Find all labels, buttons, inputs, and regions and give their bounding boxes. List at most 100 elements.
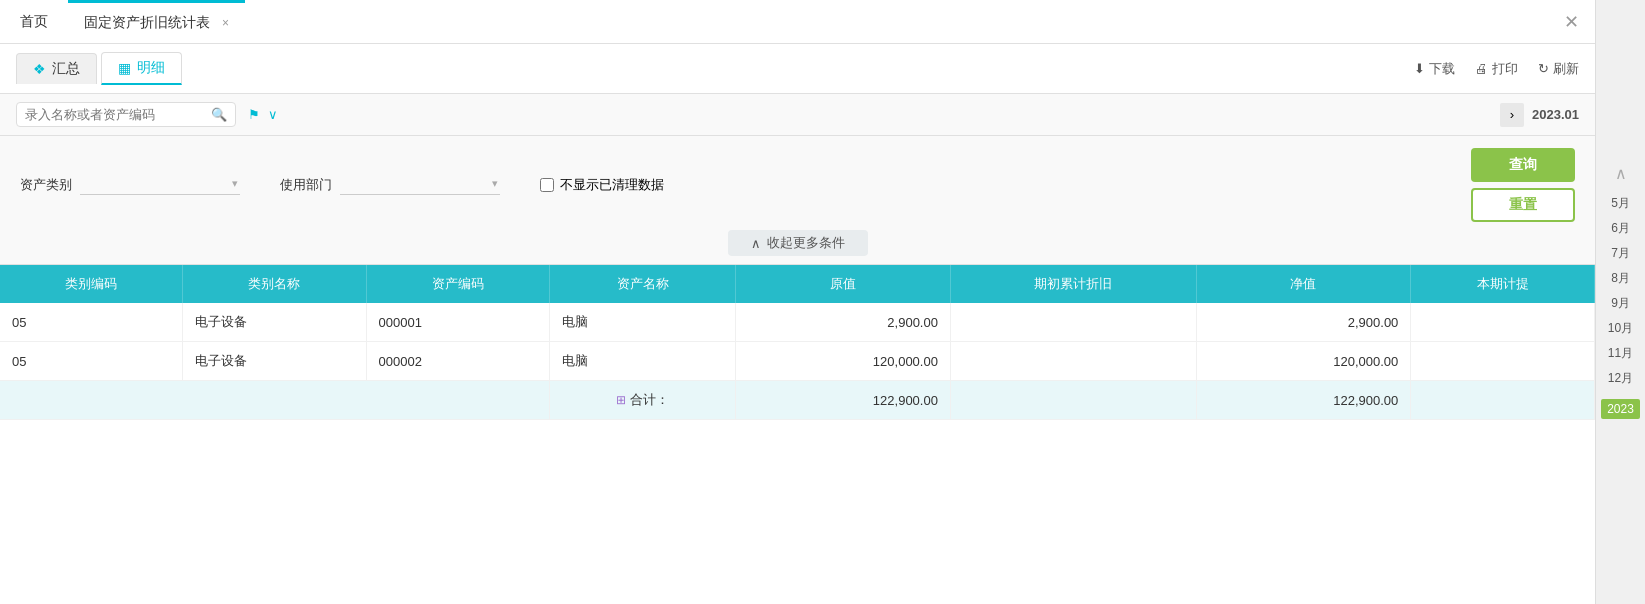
total-spacer xyxy=(0,381,550,420)
total-row: ⊞ 合计： 122,900.00 122,900.00 xyxy=(0,381,1595,420)
sidebar-month-item[interactable]: 8月 xyxy=(1606,266,1635,291)
window-close-icon[interactable]: ✕ xyxy=(1564,11,1579,33)
reset-button[interactable]: 重置 xyxy=(1471,188,1575,222)
asset-category-label: 资产类别 xyxy=(20,176,72,194)
detail-icon: ▦ xyxy=(118,60,131,76)
total-label-cell: ⊞ 合计： xyxy=(550,381,736,420)
cell-asset-code: 000001 xyxy=(366,303,550,342)
cell-category: 电子设备 xyxy=(182,342,366,381)
table-body: 05 电子设备 000001 电脑 2,900.00 2,900.00 05 电… xyxy=(0,303,1595,420)
tab-detail-label: 明细 xyxy=(137,59,165,77)
search-input[interactable] xyxy=(25,107,205,122)
adv-filter-row: 资产类别 使用部门 不显示已清理数据 xyxy=(20,148,1575,222)
print-button[interactable]: 🖨 打印 xyxy=(1475,60,1518,78)
cell-asset-name: 电脑 xyxy=(550,303,736,342)
sidebar-month-item[interactable]: 10月 xyxy=(1606,316,1635,341)
asset-category-select-wrap xyxy=(80,175,240,195)
col-accumulated-depr: 期初累计折旧 xyxy=(950,265,1196,303)
table-row: 05 电子设备 000002 电脑 120,000.00 120,000.00 xyxy=(0,342,1595,381)
collapse-label: 收起更多条件 xyxy=(767,234,845,252)
scroll-up-button[interactable]: ∧ xyxy=(1611,160,1631,187)
col-category-name: 类别名称 xyxy=(182,265,366,303)
col-current-depr: 本期计提 xyxy=(1411,265,1595,303)
no-cleared-filter: 不显示已清理数据 xyxy=(540,176,664,194)
refresh-icon: ↻ xyxy=(1538,61,1549,76)
use-department-filter: 使用部门 xyxy=(280,175,500,195)
cell-accumulated-depr xyxy=(950,303,1196,342)
filter-icon: ⚑ xyxy=(248,107,260,122)
refresh-button[interactable]: ↻ 刷新 xyxy=(1538,60,1579,78)
query-button[interactable]: 查询 xyxy=(1471,148,1575,182)
download-label: 下载 xyxy=(1429,60,1455,78)
nav-home[interactable]: 首页 xyxy=(0,0,68,43)
cell-asset-name: 电脑 xyxy=(550,342,736,381)
total-net-value: 122,900.00 xyxy=(1196,381,1411,420)
tab-summary-label: 汇总 xyxy=(52,60,80,78)
no-cleared-label: 不显示已清理数据 xyxy=(560,176,664,194)
collapse-button[interactable]: ∧ 收起更多条件 xyxy=(728,230,868,256)
period-display: 2023.01 xyxy=(1532,107,1579,122)
asset-category-filter: 资产类别 xyxy=(20,175,240,195)
period-nav: › 2023.01 xyxy=(1500,103,1579,127)
refresh-label: 刷新 xyxy=(1553,60,1579,78)
total-original-value: 122,900.00 xyxy=(736,381,951,420)
search-wrap: 🔍 xyxy=(16,102,236,127)
sidebar-month-item[interactable]: 9月 xyxy=(1606,291,1635,316)
total-accumulated-depr xyxy=(950,381,1196,420)
print-icon: 🖨 xyxy=(1475,61,1488,76)
no-cleared-checkbox[interactable] xyxy=(540,178,554,192)
col-asset-code: 资产编码 xyxy=(366,265,550,303)
cell-category: 电子设备 xyxy=(182,303,366,342)
col-asset-name: 资产名称 xyxy=(550,265,736,303)
tab-detail[interactable]: ▦ 明细 xyxy=(101,52,182,85)
period-prev-button[interactable]: › xyxy=(1500,103,1524,127)
cell-current-depr xyxy=(1411,303,1595,342)
tab-summary[interactable]: ❖ 汇总 xyxy=(16,53,97,84)
cell-asset-code: 000002 xyxy=(366,342,550,381)
search-icon[interactable]: 🔍 xyxy=(211,107,227,122)
summary-icon: ❖ xyxy=(33,61,46,77)
nav-tab-active[interactable]: 固定资产折旧统计表 × xyxy=(68,0,245,43)
use-department-label: 使用部门 xyxy=(280,176,332,194)
total-current-depr xyxy=(1411,381,1595,420)
toolbar-actions: ⬇ 下载 🖨 打印 ↻ 刷新 xyxy=(1414,60,1579,78)
cell-accumulated-depr xyxy=(950,342,1196,381)
total-label: 合计： xyxy=(630,391,669,409)
more-conditions-button[interactable]: ⚑ ∨ xyxy=(248,107,278,122)
top-nav: 首页 固定资产折旧统计表 × ✕ xyxy=(0,0,1595,44)
use-department-select-wrap xyxy=(340,175,500,195)
cell-original-value: 2,900.00 xyxy=(736,303,951,342)
sidebar-month-item[interactable]: 7月 xyxy=(1606,241,1635,266)
cell-net-value: 2,900.00 xyxy=(1196,303,1411,342)
sidebar-month-item[interactable]: 5月 xyxy=(1606,191,1635,216)
cell-net-value: 120,000.00 xyxy=(1196,342,1411,381)
table-wrap: 类别编码 类别名称 资产编码 资产名称 原值 期初累计折旧 净值 本期计提 05… xyxy=(0,265,1595,604)
table-header-row: 类别编码 类别名称 资产编码 资产名称 原值 期初累计折旧 净值 本期计提 xyxy=(0,265,1595,303)
sidebar-month-item[interactable]: 11月 xyxy=(1606,341,1635,366)
data-table: 类别编码 类别名称 资产编码 资产名称 原值 期初累计折旧 净值 本期计提 05… xyxy=(0,265,1595,420)
table-row: 05 电子设备 000001 电脑 2,900.00 2,900.00 xyxy=(0,303,1595,342)
asset-category-select[interactable] xyxy=(80,175,240,195)
year-badge: 2023 xyxy=(1601,399,1640,419)
toolbar: ❖ 汇总 ▦ 明细 ⬇ 下载 🖨 打印 ↻ 刷新 xyxy=(0,44,1595,94)
sidebar-month-item[interactable]: 12月 xyxy=(1606,366,1635,391)
col-category-code: 类别编码 xyxy=(0,265,182,303)
col-original-value: 原值 xyxy=(736,265,951,303)
total-icon: ⊞ xyxy=(616,393,626,407)
chevron-up-icon: ∧ xyxy=(751,236,761,251)
cell-original-value: 120,000.00 xyxy=(736,342,951,381)
action-buttons: 查询 重置 xyxy=(1471,148,1575,222)
download-button[interactable]: ⬇ 下载 xyxy=(1414,60,1455,78)
tab-close-icon[interactable]: × xyxy=(222,16,229,30)
adv-filter: 资产类别 使用部门 不显示已清理数据 xyxy=(0,136,1595,265)
tab-label: 固定资产折旧统计表 xyxy=(84,14,210,32)
sidebar-month-item[interactable]: 6月 xyxy=(1606,216,1635,241)
cell-current-depr xyxy=(1411,342,1595,381)
use-department-select[interactable] xyxy=(340,175,500,195)
right-sidebar: ∧ 5月6月7月8月9月10月11月12月 2023 xyxy=(1595,0,1645,604)
month-list: 5月6月7月8月9月10月11月12月 xyxy=(1606,191,1635,391)
download-icon: ⬇ xyxy=(1414,61,1425,76)
chevron-down-icon: ∨ xyxy=(268,107,278,122)
cell-code: 05 xyxy=(0,342,182,381)
filter-bar: 🔍 ⚑ ∨ › 2023.01 xyxy=(0,94,1595,136)
